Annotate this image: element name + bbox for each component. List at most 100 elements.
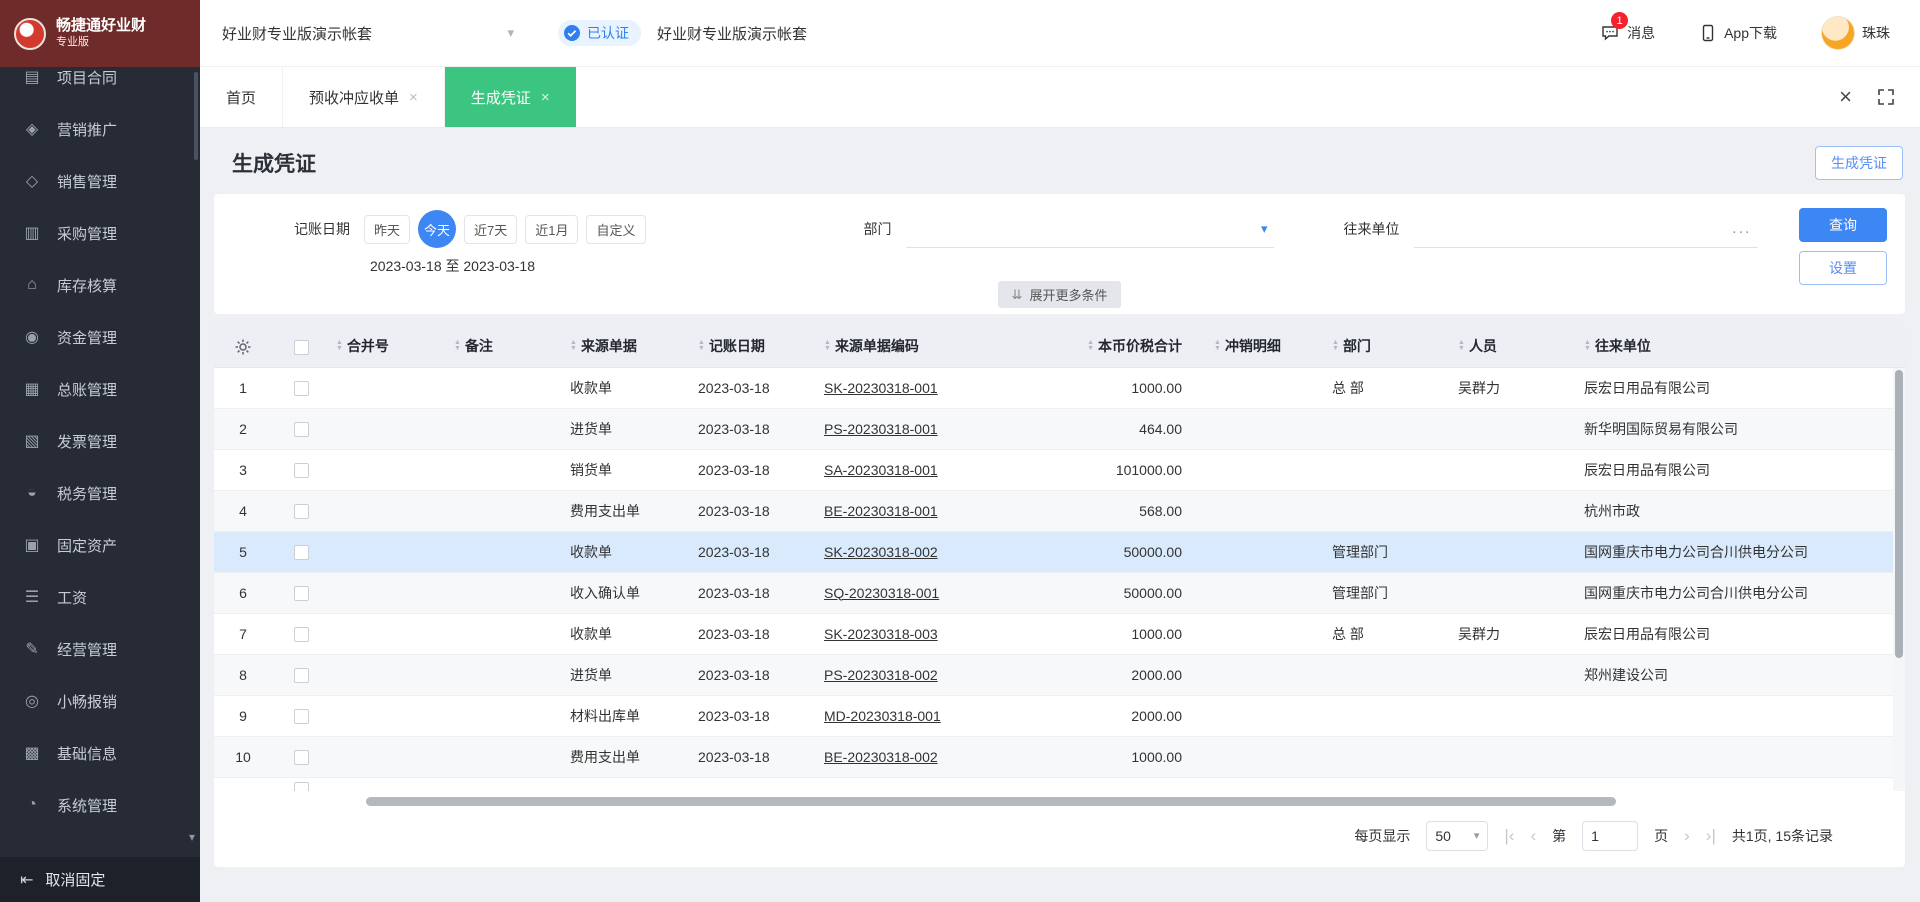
tab-generate-voucher[interactable]: 生成凭证 × (444, 67, 576, 127)
row-checkbox[interactable] (293, 544, 309, 560)
sidebar-item-tax[interactable]: ◒ 税务管理 (0, 467, 200, 519)
row-checkbox[interactable] (293, 667, 309, 683)
column-settings-gear-icon[interactable] (235, 339, 251, 355)
column-header-merge-no[interactable]: ▲ ▼ 合并号 (330, 326, 448, 368)
row-checkbox[interactable] (293, 585, 309, 601)
date-filter-last7days[interactable]: 近7天 (464, 214, 518, 244)
sort-icon[interactable]: ▲ ▼ (824, 339, 831, 352)
last-page-button[interactable]: ›| (1706, 826, 1716, 846)
row-checkbox[interactable] (293, 462, 309, 478)
settings-button[interactable]: 设置 (1799, 251, 1887, 285)
next-page-button[interactable]: › (1684, 826, 1690, 846)
vertical-scrollbar-thumb[interactable] (1895, 370, 1903, 658)
source-doc-link[interactable]: SK-20230318-003 (824, 626, 938, 642)
column-header-settings[interactable] (214, 326, 272, 368)
sidebar-scroll-down-icon[interactable]: ▾ (189, 830, 195, 844)
sidebar-item-payroll[interactable]: ☰ 工资 (0, 571, 200, 623)
source-doc-link[interactable]: BE-20230318-001 (824, 503, 938, 519)
date-filter-yesterday[interactable]: 昨天 (364, 214, 411, 244)
row-checkbox[interactable] (293, 749, 309, 765)
sort-icon[interactable]: ▲ ▼ (570, 339, 577, 352)
app-download-button[interactable]: App下载 (1699, 23, 1777, 43)
tab-close-icon[interactable]: × (409, 89, 418, 106)
sidebar-item-fixed-assets[interactable]: ▣ 固定资产 (0, 519, 200, 571)
source-doc-link[interactable]: PS-20230318-001 (824, 421, 938, 437)
expand-more-conditions-button[interactable]: ⇊ 展开更多条件 (997, 281, 1122, 308)
sidebar-item-marketing[interactable]: ◈ 营销推广 (0, 103, 200, 155)
sort-icon[interactable]: ▲ ▼ (454, 339, 461, 352)
source-doc-link[interactable]: SK-20230318-002 (824, 544, 938, 560)
column-header-source-doc[interactable]: ▲ ▼ 来源单据 (564, 326, 692, 368)
unpin-sidebar-button[interactable]: ⇤ 取消固定 (0, 857, 200, 902)
source-doc-link[interactable]: PS-20230318-002 (824, 667, 938, 683)
source-doc-link[interactable]: SA-20230318-001 (824, 462, 938, 478)
close-all-icon[interactable]: × (1839, 86, 1852, 108)
column-header-person[interactable]: ▲ ▼ 人员 (1452, 326, 1578, 368)
date-filter-custom[interactable]: 自定义 (586, 214, 646, 244)
row-checkbox[interactable] (293, 503, 309, 519)
table-row[interactable]: 10 费用支出单 2023-03-18 BE-20230318-002 1000… (214, 736, 1905, 778)
sidebar-item-operations[interactable]: ✎ 经营管理 (0, 623, 200, 675)
table-row[interactable]: 9 材料出库单 2023-03-18 MD-20230318-001 2000.… (214, 695, 1905, 737)
sidebar-item-sales[interactable]: ◇ 销售管理 (0, 155, 200, 207)
table-row[interactable]: 6 收入确认单 2023-03-18 SQ-20230318-001 50000… (214, 572, 1905, 614)
sidebar-item-invoice[interactable]: ▧ 发票管理 (0, 415, 200, 467)
department-select[interactable]: ▾ (905, 210, 1274, 248)
sidebar-item-funds[interactable]: ◉ 资金管理 (0, 311, 200, 363)
page-number-input[interactable] (1582, 820, 1639, 851)
account-book-selector[interactable]: 好业财专业版演示帐套 ▾ (222, 23, 514, 44)
search-button[interactable]: 查询 (1799, 208, 1887, 242)
source-doc-link[interactable]: SQ-20230318-001 (824, 585, 939, 601)
column-header-partner[interactable]: ▲ ▼ 往来单位 (1578, 326, 1905, 368)
row-checkbox[interactable] (294, 781, 309, 791)
table-row[interactable]: 4 费用支出单 2023-03-18 BE-20230318-001 568.0… (214, 490, 1905, 532)
column-header-note[interactable]: ▲ ▼ 备注 (448, 326, 564, 368)
sidebar-item-expense[interactable]: ◎ 小畅报销 (0, 675, 200, 727)
sidebar-scrollbar-thumb[interactable] (194, 72, 198, 160)
sidebar-item-base-info[interactable]: ▩ 基础信息 (0, 727, 200, 779)
sort-icon[interactable]: ▲ ▼ (1584, 339, 1591, 352)
partner-input[interactable]: ... (1413, 210, 1758, 248)
sort-icon[interactable]: ▲ ▼ (1214, 339, 1221, 352)
table-row[interactable]: 8 进货单 2023-03-18 PS-20230318-002 2000.00… (214, 654, 1905, 696)
column-header-source-doc-code[interactable]: ▲ ▼ 来源单据编码 (818, 326, 1030, 368)
column-header-select-all[interactable] (272, 326, 330, 368)
date-filter-last-month[interactable]: 近1月 (525, 214, 579, 244)
partner-picker-ellipsis-icon[interactable]: ... (1732, 220, 1751, 238)
sort-icon[interactable]: ▲ ▼ (1332, 339, 1339, 352)
table-row[interactable]: 5 收款单 2023-03-18 SK-20230318-002 50000.0… (214, 531, 1905, 573)
date-filter-today[interactable]: 今天 (418, 210, 457, 248)
fullscreen-icon[interactable] (1878, 89, 1894, 105)
row-checkbox[interactable] (293, 708, 309, 724)
table-row[interactable]: 1 收款单 2023-03-18 SK-20230318-001 1000.00… (214, 367, 1905, 409)
sort-icon[interactable]: ▲ ▼ (336, 339, 343, 352)
column-header-posting-date[interactable]: ▲ ▼ 记账日期 (692, 326, 818, 368)
sort-icon[interactable]: ▲ ▼ (1087, 339, 1094, 352)
first-page-button[interactable]: |‹ (1504, 826, 1514, 846)
horizontal-scrollbar-thumb[interactable] (366, 796, 1616, 806)
tab-prepaid-writeoff[interactable]: 预收冲应收单 × (282, 67, 445, 127)
generate-voucher-button[interactable]: 生成凭证 (1815, 146, 1903, 180)
messages-button[interactable]: 消息 1 (1600, 12, 1655, 43)
sort-icon[interactable]: ▲ ▼ (698, 339, 705, 352)
sidebar-item-procurement[interactable]: ▥ 采购管理 (0, 207, 200, 259)
column-header-writeoff-detail[interactable]: ▲ ▼ 冲销明细 (1208, 326, 1326, 368)
source-doc-link[interactable]: MD-20230318-001 (824, 708, 941, 724)
source-doc-link[interactable]: SK-20230318-001 (824, 380, 938, 396)
tab-close-icon[interactable]: × (541, 89, 550, 106)
user-menu[interactable]: 珠珠 (1821, 16, 1890, 50)
table-row[interactable]: 2 进货单 2023-03-18 PS-20230318-001 464.00 … (214, 408, 1905, 450)
date-range-value[interactable]: 2023-03-18 至 2023-03-18 (370, 256, 654, 276)
prev-page-button[interactable]: ‹ (1530, 826, 1536, 846)
column-header-department[interactable]: ▲ ▼ 部门 (1326, 326, 1452, 368)
source-doc-link[interactable]: BE-20230318-002 (824, 749, 938, 765)
row-checkbox[interactable] (293, 380, 309, 396)
tab-home[interactable]: 首页 (200, 67, 282, 127)
select-all-checkbox[interactable] (293, 339, 309, 355)
sidebar-item-inventory[interactable]: ⌂ 库存核算 (0, 259, 200, 311)
table-row[interactable]: 7 收款单 2023-03-18 SK-20230318-003 1000.00… (214, 613, 1905, 655)
sidebar-item-general-ledger[interactable]: ▦ 总账管理 (0, 363, 200, 415)
column-header-amount[interactable]: ▲ ▼ 本币价税合计 (1030, 326, 1208, 368)
row-checkbox[interactable] (293, 626, 309, 642)
row-checkbox[interactable] (293, 421, 309, 437)
